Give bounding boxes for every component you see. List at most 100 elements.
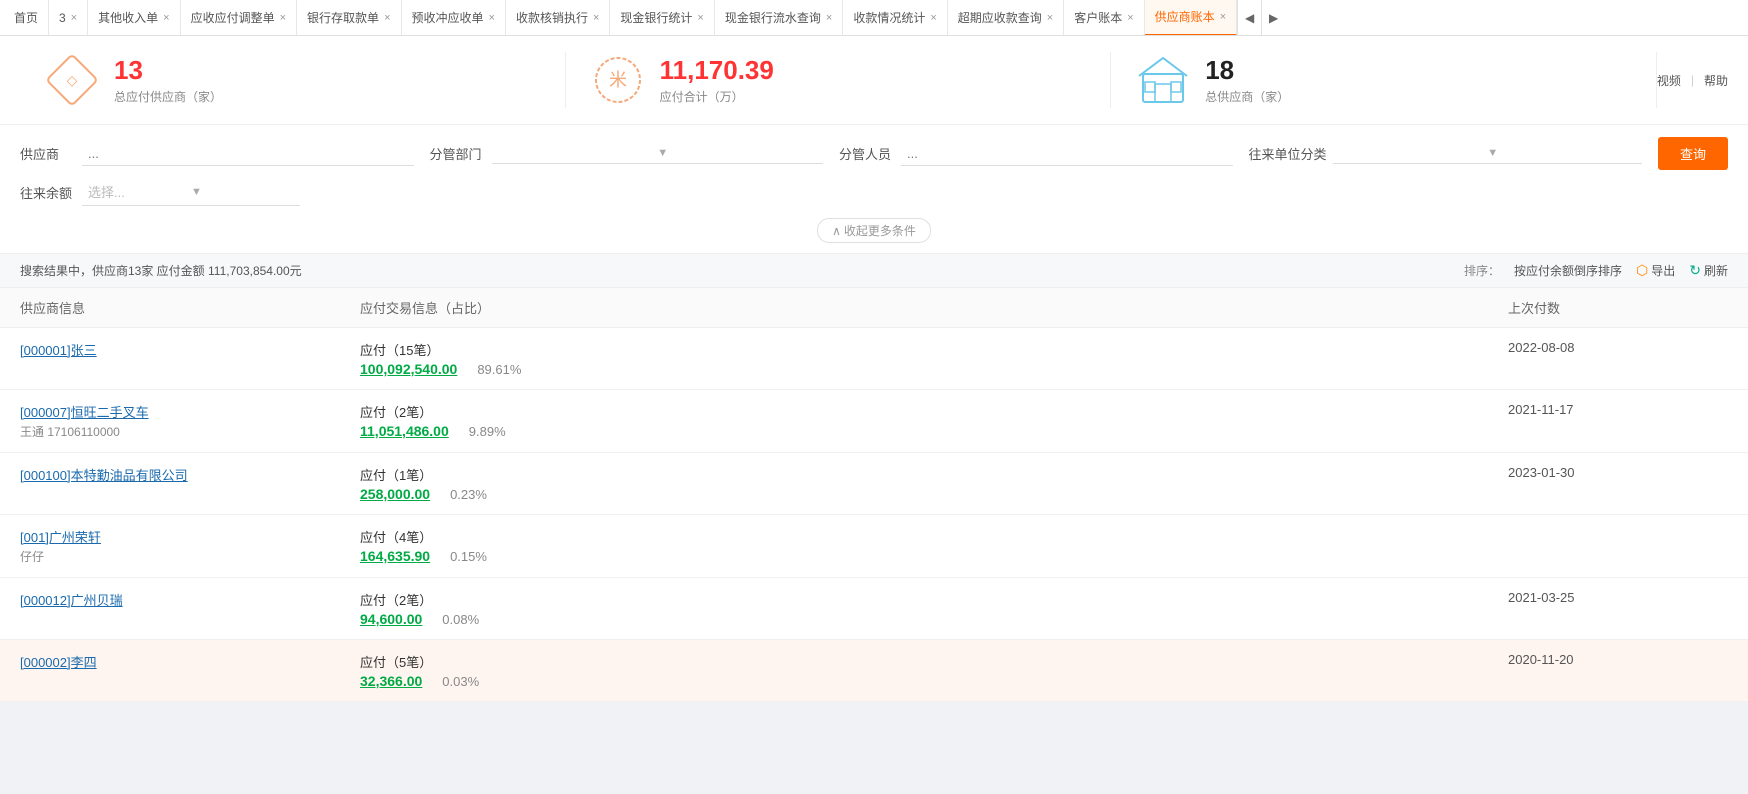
svg-text:米: 米 [609,70,627,90]
nav-tab-home[interactable]: 首页 [4,0,49,36]
refresh-icon: ↻ [1689,262,1701,279]
close-icon[interactable]: × [826,12,832,24]
supplier-link[interactable]: [000007]恒旺二手叉车 [20,405,149,420]
last-pay-date: 2020-11-20 [1508,652,1574,667]
close-icon[interactable]: × [1220,11,1226,23]
trans-amount[interactable]: 258,000.00 [360,486,430,502]
trans-label: 应付（15笔） [360,340,1508,359]
summary-payable-total: 米 11,170.39 应付合计（万） [566,52,1112,108]
supplier-input[interactable] [82,142,414,166]
last-pay-date: 2023-01-30 [1508,465,1575,480]
close-icon[interactable]: × [71,12,77,24]
total-suppliers-count: 18 [1205,55,1289,86]
trans-amount[interactable]: 11,051,486.00 [360,423,449,439]
lastpay-cell: 2020-11-20 [1508,652,1728,667]
trans-amount[interactable]: 32,366.00 [360,673,422,689]
chevron-down-icon: ▼ [657,147,817,159]
nav-tab-other-income[interactable]: 其他收入单 × [88,0,180,36]
trans-label: 应付（2笔） [360,402,1508,421]
help-link[interactable]: 帮助 [1704,72,1728,89]
close-icon[interactable]: × [1127,12,1133,24]
close-icon[interactable]: × [930,12,936,24]
trans-amount[interactable]: 164,635.90 [360,548,430,564]
close-icon[interactable]: × [489,12,495,24]
supplier-info-cell: [000100]本特勤油品有限公司 [20,465,360,484]
nav-next-arrow[interactable]: ▶ [1261,0,1285,36]
table-row: [000002]李四 应付（5笔） 32,366.00 0.03% 2020-1… [0,640,1748,702]
category-select[interactable]: ▼ [1333,143,1642,164]
trans-amount[interactable]: 100,092,540.00 [360,361,457,377]
filter-row-1: 供应商 分管部门 ▼ 分管人员 往来单位分类 ▼ 查询 [20,137,1728,170]
nav-tab-customer-book[interactable]: 客户账本 × [1064,0,1144,36]
transaction-cell: 应付（4笔） 164,635.90 0.15% [360,527,1508,564]
filter-person: 分管人员 [839,142,1233,166]
supplier-link[interactable]: [000001]张三 [20,343,97,358]
nav-tab-3[interactable]: 3 × [49,0,88,36]
supplier-link[interactable]: [000100]本特勤油品有限公司 [20,468,188,483]
lastpay-cell: 2022-08-08 [1508,340,1728,355]
nav-tab-cash-stats[interactable]: 现金银行统计 × [610,0,714,36]
close-icon[interactable]: × [280,12,286,24]
close-icon[interactable]: × [697,12,703,24]
trans-amount[interactable]: 94,600.00 [360,611,422,627]
table-body: [000001]张三 应付（15笔） 100,092,540.00 89.61%… [0,328,1748,702]
transaction-cell: 应付（2笔） 94,600.00 0.08% [360,590,1508,627]
nav-tab-receipt-stats[interactable]: 收款情况统计 × [843,0,947,36]
supplier-info-cell: [000002]李四 [20,652,360,671]
close-icon[interactable]: × [384,12,390,24]
trans-pct: 0.15% [450,549,487,564]
summary-total-suppliers: 18 总供应商（家） [1111,52,1657,108]
close-icon[interactable]: × [163,12,169,24]
search-button[interactable]: 查询 [1658,137,1728,170]
right-operations: 排序： 按应付余额倒序排序 ⬡ 导出 ↻ 刷新 [1464,262,1728,279]
video-link[interactable]: 视频 [1657,72,1681,89]
top-nav: 首页 3 × 其他收入单 × 应收应付调整单 × 银行存取款单 × 预收冲应收单… [0,0,1748,36]
trans-label: 应付（5笔） [360,652,1508,671]
dept-select[interactable]: ▼ [492,143,824,164]
supplier-link[interactable]: [000012]广州贝瑞 [20,593,123,608]
lastpay-cell: 2023-01-30 [1508,465,1728,480]
sort-select[interactable]: 按应付余额倒序排序 [1514,262,1622,279]
nav-prev-arrow[interactable]: ◀ [1237,0,1261,36]
payable-total-label: 应付合计（万） [660,88,774,105]
refresh-button[interactable]: ↻ 刷新 [1689,262,1728,279]
lastpay-cell: 2021-11-17 [1508,402,1728,417]
nav-tab-supplier-book[interactable]: 供应商账本 × [1145,0,1237,36]
table-row: [000007]恒旺二手叉车 王通 17106110000 应付（2笔） 11,… [0,390,1748,453]
close-icon[interactable]: × [1047,12,1053,24]
transaction-cell: 应付（1笔） 258,000.00 0.23% [360,465,1508,502]
trans-pct: 9.89% [469,424,506,439]
supplier-name: [001]广州荣轩 [20,527,360,546]
nav-tab-cash-flow[interactable]: 现金银行流水查询 × [715,0,843,36]
nav-tab-overdue[interactable]: 超期应收款查询 × [948,0,1064,36]
nav-tab-adjustment[interactable]: 应收应付调整单 × [181,0,297,36]
trans-pct: 89.61% [477,362,521,377]
nav-tab-collection[interactable]: 收款核销执行 × [506,0,610,36]
svg-text:◇: ◇ [67,72,78,88]
nav-tab-prepay[interactable]: 预收冲应收单 × [402,0,506,36]
supplier-sub: 仔仔 [20,548,360,565]
trans-label: 应付（4笔） [360,527,1508,546]
supplier-link[interactable]: [000002]李四 [20,655,97,670]
supplier-name: [000012]广州贝瑞 [20,590,360,609]
sort-label: 排序： [1464,262,1500,279]
supplier-name: [000100]本特勤油品有限公司 [20,465,360,484]
collapse-button[interactable]: ∧ 收起更多条件 [817,218,931,243]
transaction-cell: 应付（15笔） 100,092,540.00 89.61% [360,340,1508,377]
rice-icon: 米 [590,52,646,108]
supplier-info-cell: [000007]恒旺二手叉车 王通 17106110000 [20,402,360,440]
supplier-name: [000007]恒旺二手叉车 [20,402,360,421]
person-input[interactable] [901,142,1233,166]
balance-placeholder: 选择... [88,182,191,201]
result-summary-text: 搜索结果中，供应商13家 应付金额 111,703,854.00元 [20,262,302,279]
export-button[interactable]: ⬡ 导出 [1636,262,1675,279]
balance-select[interactable]: 选择... ▼ [82,178,300,206]
supplier-link[interactable]: [001]广州荣轩 [20,530,101,545]
close-icon[interactable]: × [593,12,599,24]
supplier-label: 供应商 [20,144,76,163]
total-suppliers-label: 总供应商（家） [1205,88,1289,105]
supplier-info-cell: [000012]广州贝瑞 [20,590,360,609]
nav-tab-bank-deposit[interactable]: 银行存取款单 × [297,0,401,36]
supplier-sub: 王通 17106110000 [20,423,360,440]
filter-supplier: 供应商 [20,142,414,166]
